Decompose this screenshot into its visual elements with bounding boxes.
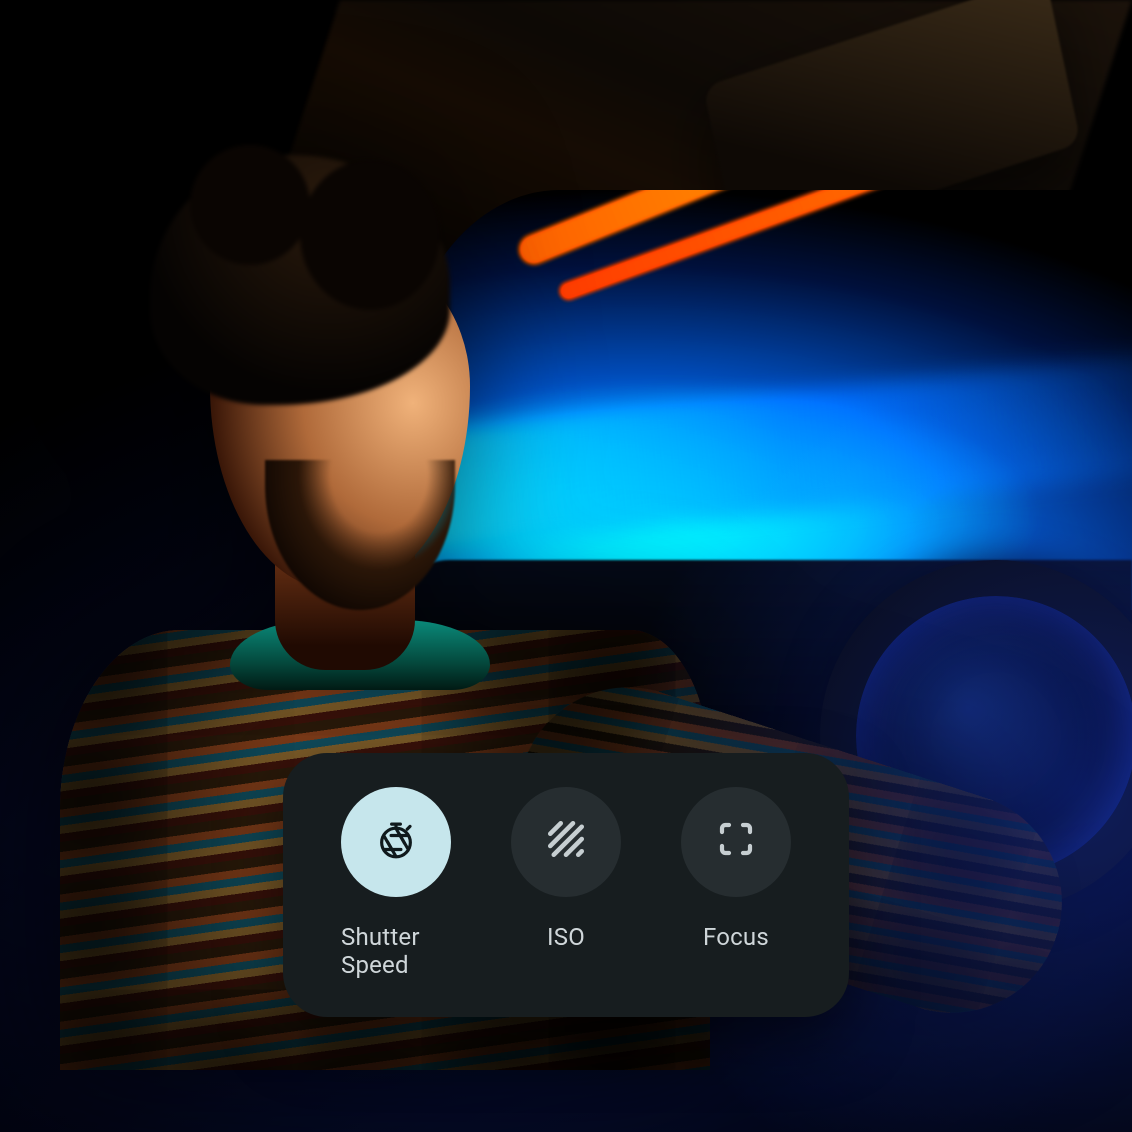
iso-label: ISO xyxy=(547,923,585,951)
pro-controls-panel: Shutter Speed ISO xyxy=(283,753,849,1017)
focus-icon xyxy=(715,818,757,866)
iso-icon xyxy=(545,818,587,866)
focus-button[interactable]: Focus xyxy=(681,787,791,951)
shutter-speed-label: Shutter Speed xyxy=(341,923,451,979)
shutter-speed-button[interactable]: Shutter Speed xyxy=(341,787,451,979)
iso-button[interactable]: ISO xyxy=(511,787,621,951)
shutter-speed-icon xyxy=(375,818,417,866)
focus-label: Focus xyxy=(703,923,769,951)
